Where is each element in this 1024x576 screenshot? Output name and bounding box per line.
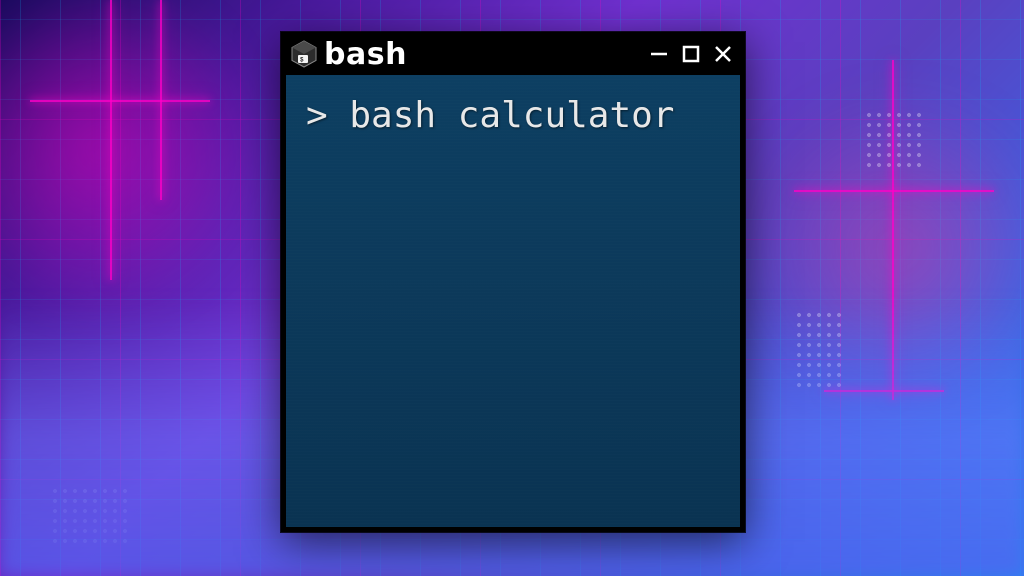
background-dots <box>864 110 924 170</box>
background-line <box>160 0 162 200</box>
svg-text:$: $ <box>300 57 304 64</box>
background-line <box>794 190 994 192</box>
background-line <box>110 0 112 280</box>
bash-shell-icon: $ <box>290 40 318 68</box>
window-title: bash <box>324 37 642 72</box>
window-controls <box>648 43 734 65</box>
terminal-noise-overlay <box>286 75 740 527</box>
terminal-line: > bash calculator <box>306 93 720 139</box>
prompt-symbol: > <box>306 95 328 136</box>
terminal-command: bash calculator <box>349 95 674 136</box>
minimize-button[interactable] <box>648 43 670 65</box>
terminal-window: $ bash > bash calculator <box>281 32 745 532</box>
window-titlebar[interactable]: $ bash <box>282 33 744 75</box>
maximize-button[interactable] <box>680 43 702 65</box>
close-button[interactable] <box>712 43 734 65</box>
terminal-body[interactable]: > bash calculator <box>286 75 740 527</box>
background-line <box>30 100 210 102</box>
